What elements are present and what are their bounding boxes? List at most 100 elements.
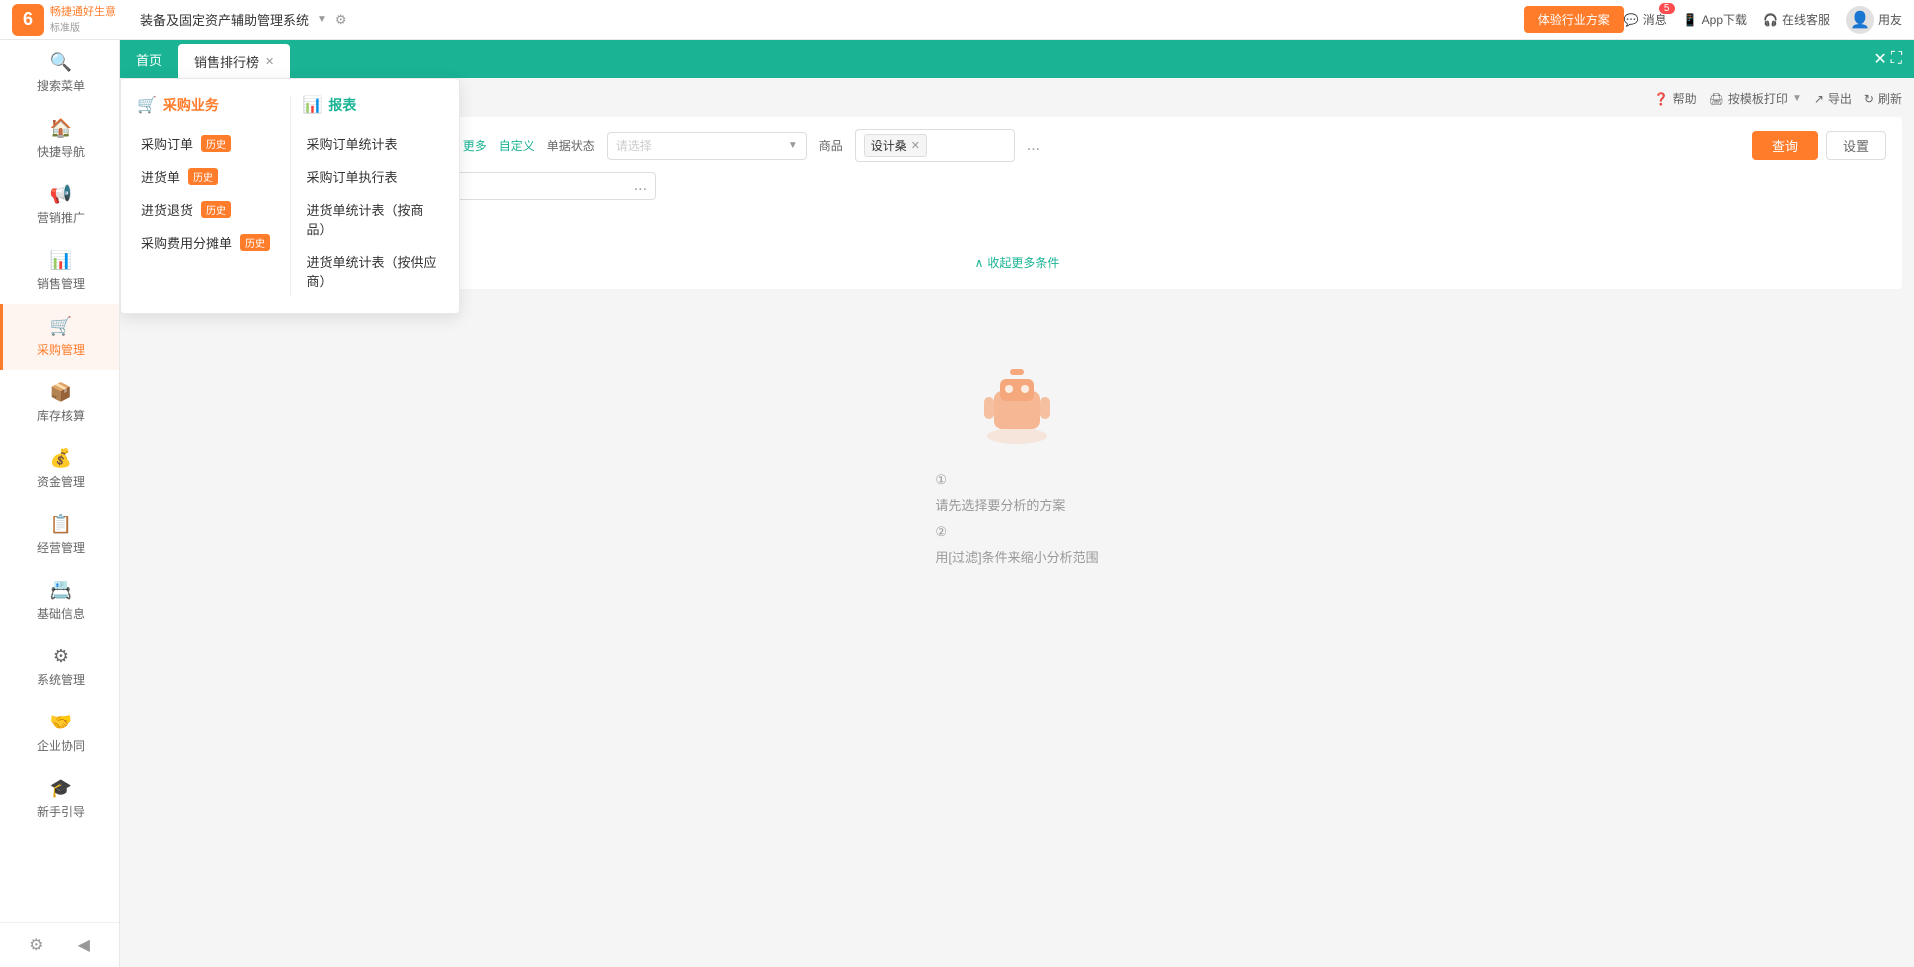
tab-home[interactable]: 首页 [120, 40, 178, 78]
sidebar-item-basic[interactable]: 📇 基础信息 [0, 568, 119, 634]
cooperation-icon: 🤝 [50, 712, 72, 733]
sidebar-item-marketing[interactable]: 📢 营销推广 [0, 172, 119, 238]
sidebar-item-purchase[interactable]: 🛒 采购管理 [0, 304, 119, 370]
tab-close-btn[interactable]: ✕ [1873, 49, 1886, 69]
date-more-link[interactable]: 更多 [463, 137, 487, 154]
basic-icon: 📇 [50, 580, 72, 601]
purchase-section-title: 🛒 采购业务 [137, 95, 278, 115]
query-actions: 查询 设置 [1752, 131, 1886, 160]
menu-item-report-3[interactable]: 进货单统计表（按供应商） [303, 245, 444, 297]
empty-state: ① 请先选择要分析的方案 ② 用[过滤]条件来缩小分析范围 [132, 301, 1902, 631]
query-btn[interactable]: 查询 [1752, 131, 1818, 160]
sidebar-item-sales[interactable]: 📊 销售管理 [0, 238, 119, 304]
inventory-icon: 📦 [50, 382, 72, 403]
menu-item-instock[interactable]: 进货单 历史 [137, 160, 278, 193]
menu-item-return[interactable]: 进货退货 历史 [137, 193, 278, 226]
print-icon: 🖨 [1709, 92, 1724, 106]
print-dropdown-icon[interactable]: ▼ [1792, 93, 1802, 104]
online-service-btn[interactable]: 🎧 在线客服 [1763, 11, 1830, 28]
tab-sales-rank[interactable]: 销售排行榜 ✕ [178, 44, 290, 78]
collapse-btn[interactable]: ∧ 收起更多条件 [975, 254, 1060, 271]
empty-svg [972, 361, 1062, 451]
sidebar-item-finance[interactable]: 💰 资金管理 [0, 436, 119, 502]
goods-tag-close[interactable]: ✕ [911, 139, 920, 152]
operations-icon: 📋 [50, 514, 72, 535]
refresh-icon: ↻ [1864, 92, 1874, 106]
system-icon: ⚙ [53, 646, 69, 667]
help-icon: ❓ [1654, 92, 1669, 106]
history-badge-2: 历史 [201, 201, 231, 218]
history-badge-3: 历史 [240, 234, 270, 251]
tab-close-icon[interactable]: ✕ [265, 55, 274, 68]
history-badge-0: 历史 [201, 135, 231, 152]
toolbar-help[interactable]: ❓ 帮助 [1654, 90, 1697, 107]
report-section: 📊 报表 采购订单统计表 采购订单执行表 进货单统计表（按商品） 进货单统计表（… [303, 95, 444, 297]
message-icon: 💬 [1624, 13, 1639, 27]
sidebar-item-system[interactable]: ⚙ 系统管理 [0, 634, 119, 700]
sidebar: 🔍 搜索菜单 🏠 快捷导航 📢 营销推广 📊 销售管理 🛒 采购管理 📦 库存核… [0, 40, 120, 967]
menu-item-report-1[interactable]: 采购订单执行表 [303, 160, 444, 193]
message-badge: 5 [1659, 3, 1675, 14]
toolbar-print[interactable]: 🖨 按模板打印 ▼ [1709, 90, 1802, 107]
purchase-section: 🛒 采购业务 采购订单 历史 进货单 历史 进货退货 历史 [137, 95, 278, 297]
set-btn[interactable]: 设置 [1826, 131, 1886, 160]
purchase-icon: 🛒 [50, 316, 72, 337]
sidebar-item-cooperation[interactable]: 🤝 企业协同 [0, 700, 119, 766]
toolbar-export[interactable]: ↗ 导出 [1814, 90, 1852, 107]
goods-tag: 设计桑 ✕ [864, 134, 927, 157]
app-title: 装备及固定资产辅助管理系统 [140, 10, 309, 29]
logo-text: 畅捷通好生意 [50, 5, 116, 19]
topbar-right: 💬 消息 5 📱 App下载 🎧 在线客服 👤 用友 [1624, 6, 1902, 34]
tip-icon-2: ② [935, 519, 1098, 545]
menu-item-report-0[interactable]: 采购订单统计表 [303, 127, 444, 160]
bill-status-arrow: ▼ [788, 140, 798, 151]
home-icon: 🏠 [50, 118, 72, 139]
topbar: 6 畅捷通好生意 标准版 装备及固定资产辅助管理系统 ▼ ⚙ 体验行业方案 💬 … [0, 0, 1914, 40]
industry-btn[interactable]: 体验行业方案 [1524, 6, 1624, 33]
marketing-icon: 📢 [50, 184, 72, 205]
content-area: 首页 销售排行榜 ✕ ✕ ⛶ 🛒 采购业务 采购订单 [120, 40, 1914, 967]
guide-icon: 🎓 [50, 778, 72, 799]
purchase-section-icon: 🛒 [137, 95, 157, 115]
date-custom-link[interactable]: 自定义 [499, 137, 535, 154]
search-icon: 🔍 [50, 52, 72, 73]
bill-status-input[interactable]: 请选择 ▼ [607, 132, 807, 160]
sidebar-item-search[interactable]: 🔍 搜索菜单 [0, 40, 119, 106]
salesperson-input[interactable]: ... [456, 172, 656, 200]
logo-area: 6 畅捷通好生意 标准版 [12, 4, 132, 36]
title-dropdown-icon[interactable]: ▼ [317, 14, 327, 25]
salesperson-more[interactable]: ... [634, 177, 647, 195]
sales-icon: 📊 [50, 250, 72, 271]
logo-icon: 6 [12, 4, 44, 36]
finance-icon: 💰 [50, 448, 72, 469]
goods-label: 商品 [819, 137, 843, 154]
tab-expand-btn[interactable]: ⛶ [1891, 50, 1902, 68]
app-download-btn[interactable]: 📱 App下载 [1683, 11, 1747, 28]
settings-bottom-icon[interactable]: ⚙ [29, 935, 43, 955]
menu-divider [290, 95, 291, 297]
tab-bar-right: ✕ ⛶ [1873, 49, 1914, 69]
menu-item-report-2[interactable]: 进货单统计表（按商品） [303, 193, 444, 245]
message-btn[interactable]: 💬 消息 5 [1624, 11, 1667, 28]
empty-tips: ① 请先选择要分析的方案 ② 用[过滤]条件来缩小分析范围 [935, 467, 1098, 571]
settings-icon[interactable]: ⚙ [335, 12, 347, 28]
sidebar-item-operations[interactable]: 📋 经营管理 [0, 502, 119, 568]
report-section-title: 📊 报表 [303, 95, 444, 115]
logo-badge: 标准版 [50, 19, 116, 34]
dropdown-menu: 🛒 采购业务 采购订单 历史 进货单 历史 进货退货 历史 [120, 78, 460, 314]
menu-item-expense[interactable]: 采购费用分摊单 历史 [137, 226, 278, 259]
goods-input[interactable]: 设计桑 ✕ [855, 129, 1015, 162]
collapse-icon[interactable]: ◀ [78, 935, 90, 955]
sidebar-item-guide[interactable]: 🎓 新手引导 [0, 766, 119, 832]
goods-more-btn[interactable]: ... [1027, 137, 1040, 155]
avatar: 👤 [1846, 6, 1874, 34]
history-badge-1: 历史 [188, 168, 218, 185]
sidebar-bottom: ⚙ ◀ [0, 922, 119, 967]
menu-item-purchase-order[interactable]: 采购订单 历史 [137, 127, 278, 160]
toolbar-refresh[interactable]: ↻ 刷新 [1864, 90, 1902, 107]
sidebar-item-inventory[interactable]: 📦 库存核算 [0, 370, 119, 436]
export-icon: ↗ [1814, 92, 1824, 106]
sidebar-item-quick-nav[interactable]: 🏠 快捷导航 [0, 106, 119, 172]
user-area[interactable]: 👤 用友 [1846, 6, 1902, 34]
bill-status-label: 单据状态 [547, 137, 595, 154]
